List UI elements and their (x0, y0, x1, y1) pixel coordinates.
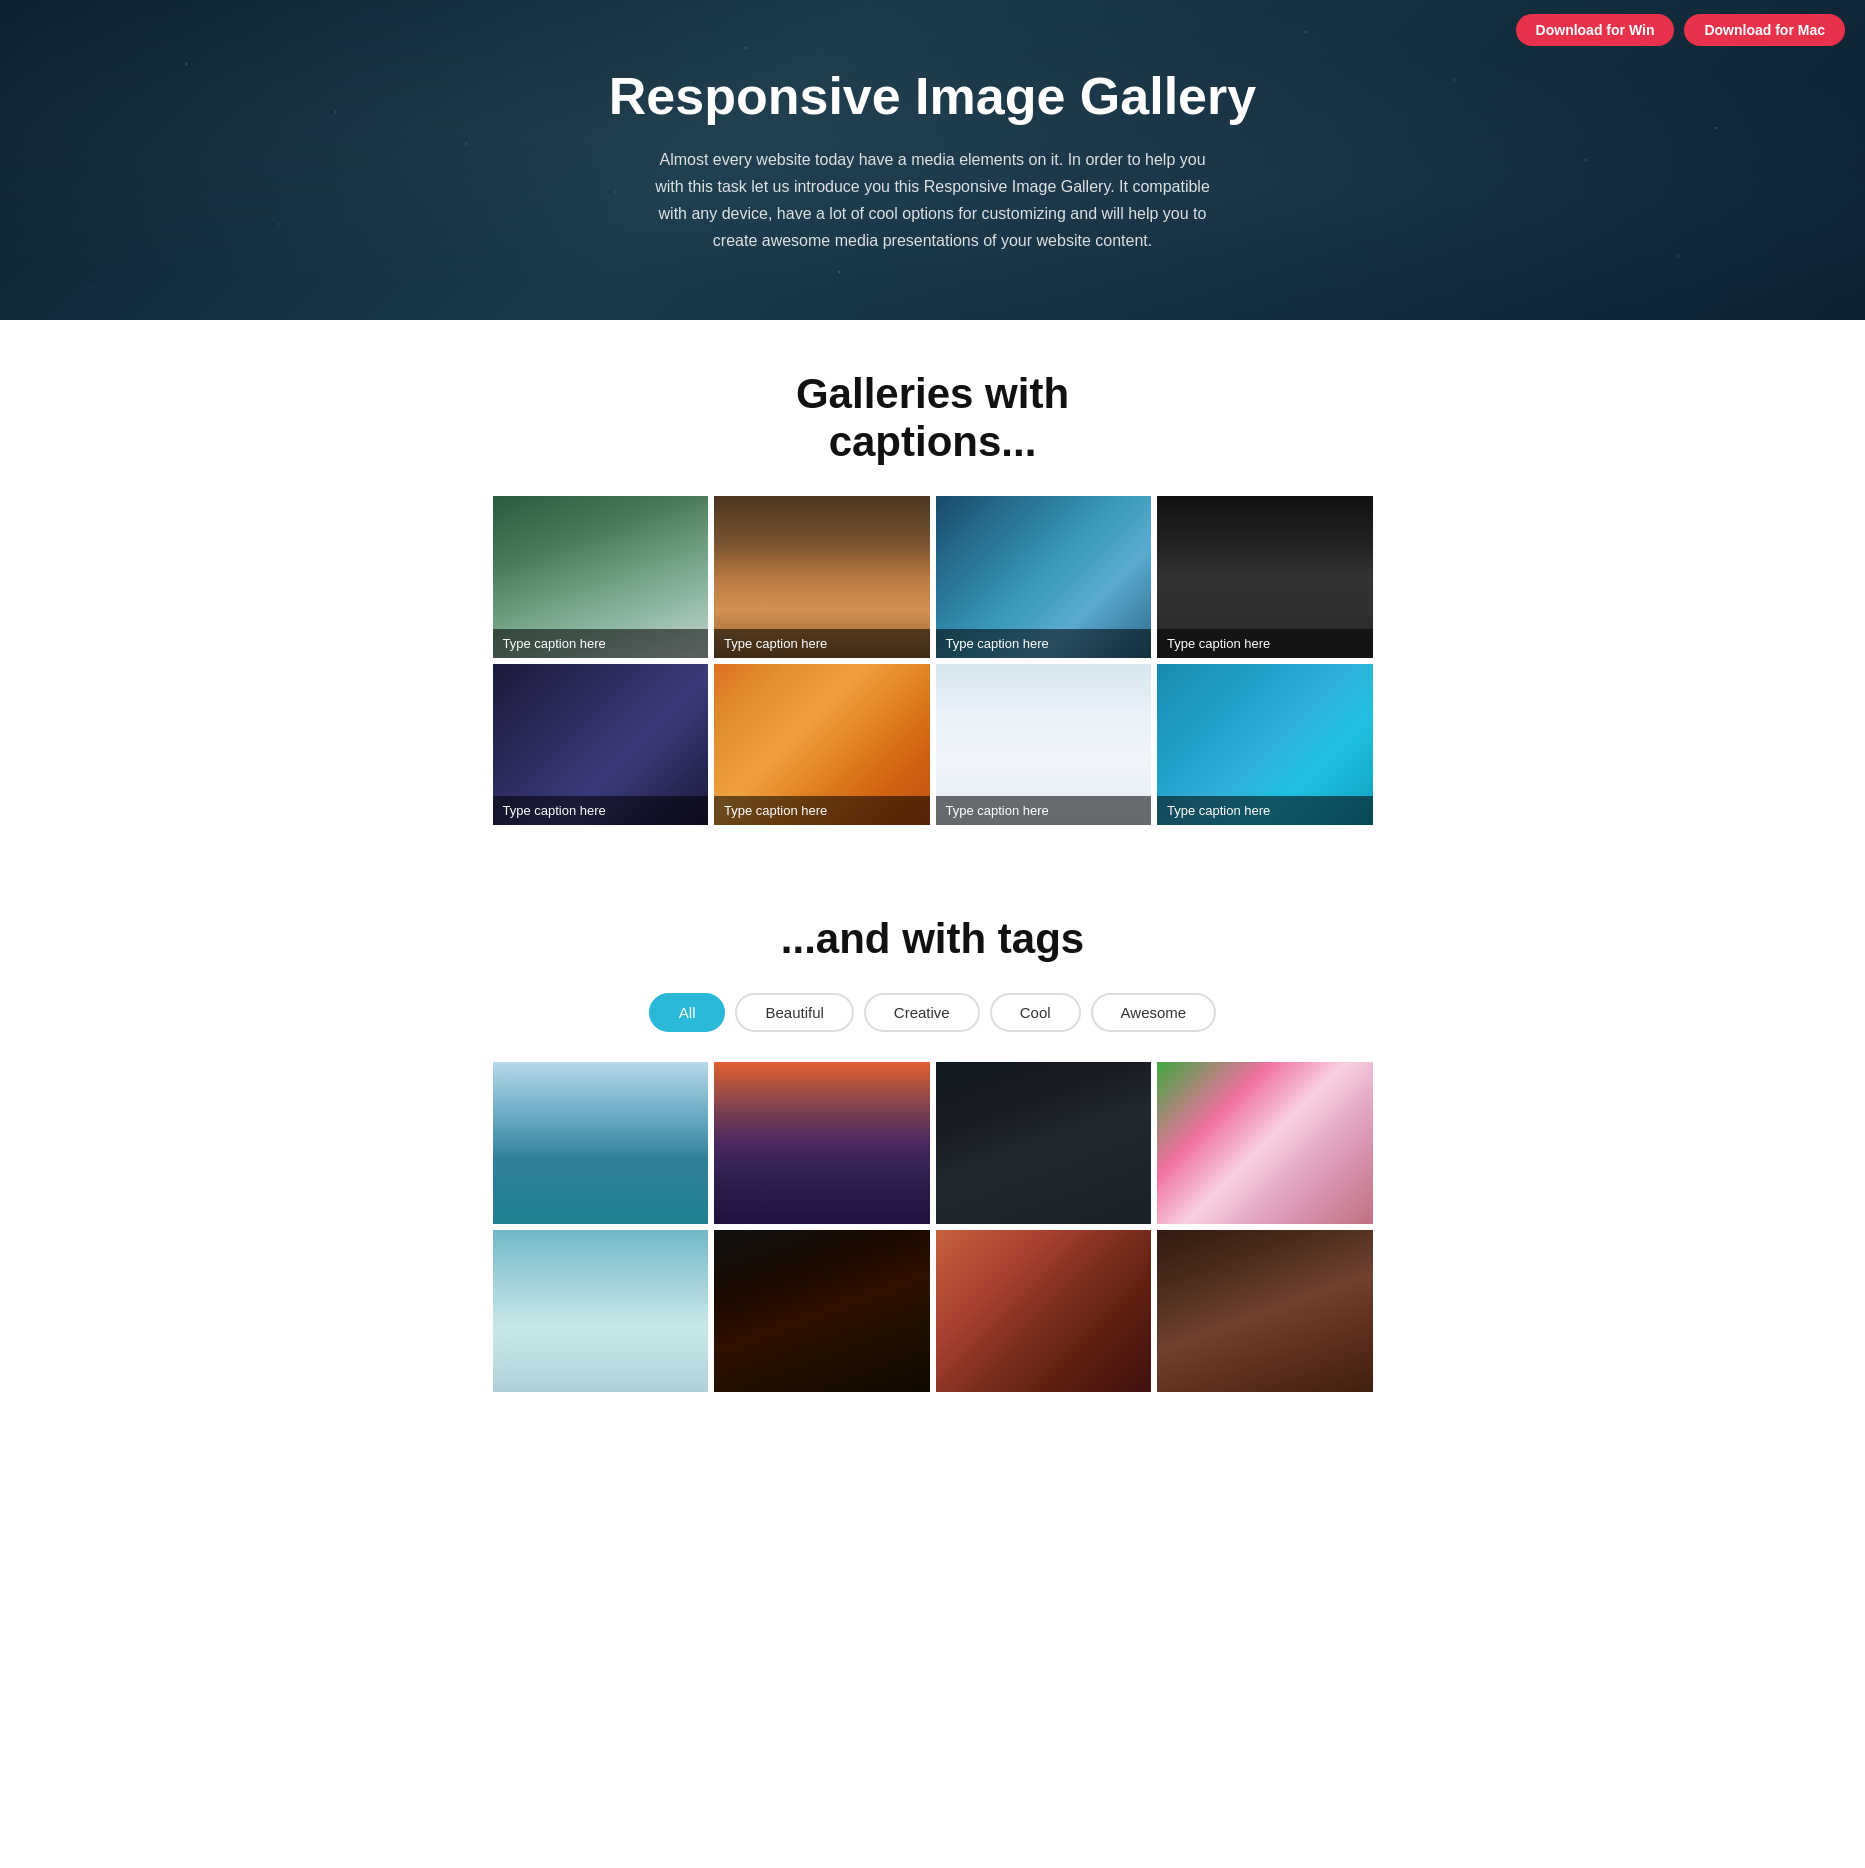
caption-bar-2: Type caption here (714, 629, 930, 658)
tagged-gallery-grid (483, 1062, 1383, 1391)
caption-bar-5: Type caption here (493, 796, 709, 825)
tagged-thumb-8 (1157, 1230, 1373, 1392)
tag-beautiful-button[interactable]: Beautiful (735, 993, 853, 1032)
gallery-item-5[interactable]: Type caption here (493, 664, 709, 826)
tagged-item-4[interactable] (1157, 1062, 1373, 1224)
captions-section-title: Galleries withcaptions... (20, 370, 1845, 466)
tagged-thumb-4 (1157, 1062, 1373, 1224)
hero-title: Responsive Image Gallery (609, 66, 1256, 126)
tagged-thumb-6 (714, 1230, 930, 1392)
download-mac-button[interactable]: Download for Mac (1684, 14, 1845, 46)
tagged-item-8[interactable] (1157, 1230, 1373, 1392)
caption-bar-6: Type caption here (714, 796, 930, 825)
tagged-item-6[interactable] (714, 1230, 930, 1392)
tag-awesome-button[interactable]: Awesome (1091, 993, 1217, 1032)
tagged-thumb-7 (936, 1230, 1152, 1392)
caption-text-2: Type caption here (724, 636, 827, 651)
tag-all-button[interactable]: All (649, 993, 726, 1032)
tag-creative-button[interactable]: Creative (864, 993, 980, 1032)
gallery-item-6[interactable]: Type caption here (714, 664, 930, 826)
caption-bar-8: Type caption here (1157, 796, 1373, 825)
caption-text-3: Type caption here (946, 636, 1049, 651)
gallery-item-8[interactable]: Type caption here (1157, 664, 1373, 826)
tagged-item-2[interactable] (714, 1062, 930, 1224)
tagged-thumb-5 (493, 1230, 709, 1392)
tagged-item-3[interactable] (936, 1062, 1152, 1224)
captions-section: Galleries withcaptions... Type caption h… (0, 320, 1865, 895)
hero-section: Download for Win Download for Mac Respon… (0, 0, 1865, 320)
download-win-button[interactable]: Download for Win (1516, 14, 1675, 46)
tagged-item-7[interactable] (936, 1230, 1152, 1392)
caption-text-8: Type caption here (1167, 803, 1270, 818)
tagged-item-5[interactable] (493, 1230, 709, 1392)
caption-bar-3: Type caption here (936, 629, 1152, 658)
gallery-item-1[interactable]: Type caption here (493, 496, 709, 658)
caption-bar-4: Type caption here (1157, 629, 1373, 658)
gallery-item-4[interactable]: Type caption here (1157, 496, 1373, 658)
header-buttons: Download for Win Download for Mac (1516, 14, 1845, 46)
tag-filters: All Beautiful Creative Cool Awesome (20, 993, 1845, 1032)
captions-gallery-grid: Type caption here Type caption here Type… (483, 496, 1383, 825)
tags-section: ...and with tags All Beautiful Creative … (0, 895, 1865, 1431)
caption-text-1: Type caption here (503, 636, 606, 651)
tagged-item-1[interactable] (493, 1062, 709, 1224)
tagged-thumb-2 (714, 1062, 930, 1224)
caption-text-7: Type caption here (946, 803, 1049, 818)
gallery-item-2[interactable]: Type caption here (714, 496, 930, 658)
tag-cool-button[interactable]: Cool (990, 993, 1081, 1032)
caption-bar-1: Type caption here (493, 629, 709, 658)
tags-section-title: ...and with tags (20, 915, 1845, 963)
tagged-thumb-1 (493, 1062, 709, 1224)
gallery-item-7[interactable]: Type caption here (936, 664, 1152, 826)
tagged-thumb-3 (936, 1062, 1152, 1224)
caption-text-5: Type caption here (503, 803, 606, 818)
caption-text-6: Type caption here (724, 803, 827, 818)
caption-text-4: Type caption here (1167, 636, 1270, 651)
hero-description: Almost every website today have a media … (653, 146, 1213, 255)
caption-bar-7: Type caption here (936, 796, 1152, 825)
gallery-item-3[interactable]: Type caption here (936, 496, 1152, 658)
